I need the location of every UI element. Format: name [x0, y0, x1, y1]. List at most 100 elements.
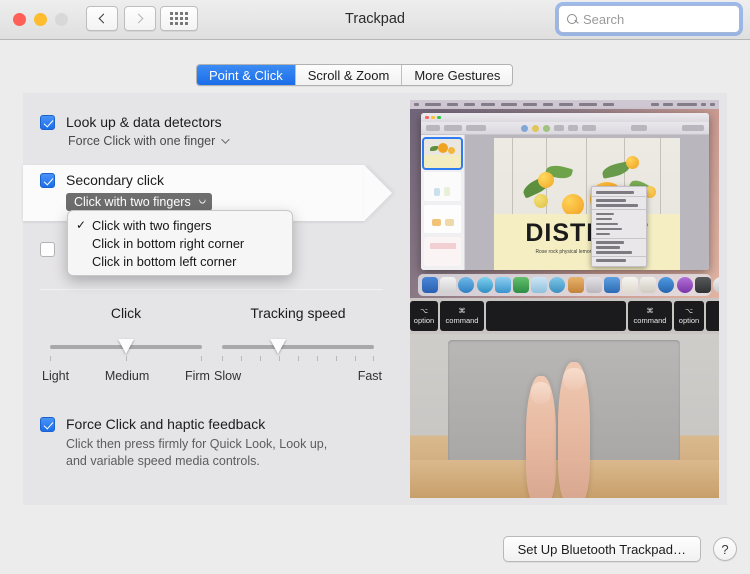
force-click-checkbox[interactable]	[40, 417, 55, 432]
tracking-speed-title: Tracking speed	[250, 305, 346, 321]
secondary-click-label: Secondary click	[66, 172, 165, 188]
preview-slide-headline: DISTRICT	[525, 219, 649, 248]
setting-secondary-click-row[interactable]: Secondary click Click with two fingers	[40, 171, 212, 211]
preferences-panel: Look up & data detectors Force Click wit…	[23, 93, 727, 505]
key-arrow-cluster	[706, 301, 719, 331]
click-slider-title: Click	[110, 305, 142, 321]
chevron-down-icon	[197, 196, 207, 205]
key-label: command	[445, 315, 479, 325]
chevron-down-icon	[221, 135, 230, 144]
tracking-speed-slider-block: Tracking speed Slow Fast	[212, 305, 384, 383]
tap-to-click-checkbox[interactable]	[40, 242, 55, 257]
preview-fingernail	[530, 382, 552, 404]
preview-slide-thumbnail	[422, 137, 463, 170]
preview-slide-thumbnail	[424, 204, 461, 234]
key-option-left: ⌥ option	[410, 301, 438, 331]
key-command-right: ⌘ command	[628, 301, 672, 331]
key-symbol: ⌥	[419, 307, 429, 315]
secondary-click-checkbox[interactable]	[40, 173, 55, 188]
force-click-description-line2: and variable speed media controls.	[66, 454, 260, 468]
preview-keyboard-row: ⌥ option ⌘ command ⌘ command ⌥ option	[410, 298, 719, 334]
click-slider-block: Click Light Medium Firm	[40, 305, 212, 383]
tracking-speed-slider[interactable]	[222, 339, 374, 365]
menu-item-bottom-left-corner[interactable]: Click in bottom left corner	[68, 252, 292, 270]
click-slider-mid-label: Medium	[104, 369, 150, 383]
preview-app-body: DISTRICT Rose rock physical lemon zest f…	[421, 135, 709, 270]
preview-menu-bar	[410, 100, 719, 109]
secondary-click-popup-button[interactable]: Click with two fingers	[66, 193, 212, 211]
tab-more-gestures[interactable]: More Gestures	[402, 65, 513, 85]
sliders-group: Click Light Medium Firm Tracking speed S…	[40, 305, 385, 383]
preview-slide-canvas: DISTRICT Rose rock physical lemon zest f…	[465, 135, 709, 270]
preview-context-menu	[590, 185, 647, 268]
help-button[interactable]: ?	[713, 537, 737, 561]
key-symbol: ⌘	[646, 307, 654, 315]
menu-item-bottom-right-corner[interactable]: Click in bottom right corner	[68, 234, 292, 252]
preview-fingernail	[563, 368, 585, 390]
look-up-checkbox[interactable]	[40, 115, 55, 130]
key-space	[486, 301, 626, 331]
preview-trackpad-area	[410, 334, 719, 498]
look-up-popup-value: Force Click with one finger	[68, 134, 216, 148]
click-slider-thumb[interactable]	[118, 339, 134, 354]
secondary-click-popup-value: Click with two fingers	[74, 195, 191, 209]
tab-bar: Point & Click Scroll & Zoom More Gesture…	[196, 64, 514, 86]
menu-item-label: Click with two fingers	[92, 217, 212, 233]
click-slider[interactable]	[50, 339, 202, 365]
preview-slide: DISTRICT Rose rock physical lemon zest f…	[494, 138, 680, 270]
click-slider-max-label: Firm	[184, 369, 210, 383]
force-click-description-line1: Click then press firmly for Quick Look, …	[66, 437, 328, 451]
search-icon	[567, 13, 578, 25]
look-up-label: Look up & data detectors	[66, 114, 222, 130]
setting-look-up-row[interactable]: Look up & data detectors Force Click wit…	[40, 113, 230, 150]
key-option-right: ⌥ option	[674, 301, 704, 331]
key-label: option	[678, 315, 700, 325]
checkmark-icon: ✓	[76, 218, 87, 232]
click-slider-ticks	[50, 356, 202, 362]
look-up-text: Look up & data detectors Force Click wit…	[66, 113, 230, 150]
key-label: command	[633, 315, 667, 325]
settings-column: Look up & data detectors Force Click wit…	[23, 93, 393, 505]
footer-bar: Set Up Bluetooth Trackpad… ?	[502, 536, 737, 562]
gesture-preview-video[interactable]: DISTRICT Rose rock physical lemon zest f…	[410, 100, 719, 498]
search-field-wrapper[interactable]: Search	[558, 5, 740, 33]
preview-slide-thumbnail	[424, 237, 461, 266]
preview-finger-index	[526, 376, 556, 498]
force-click-label: Force Click and haptic feedback	[66, 416, 266, 432]
look-up-popup-button[interactable]: Force Click with one finger	[66, 133, 230, 149]
search-field[interactable]: Search	[558, 5, 740, 33]
tracking-speed-ticks	[222, 356, 374, 362]
force-click-text: Force Click and haptic feedback Click th…	[66, 415, 327, 470]
tab-point-and-click[interactable]: Point & Click	[197, 65, 296, 85]
menu-item-label: Click in bottom right corner	[92, 235, 245, 251]
tracking-speed-labels: Slow Fast	[214, 369, 382, 383]
click-slider-min-label: Light	[42, 369, 70, 383]
preview-slide-thumbnail	[424, 171, 461, 201]
key-symbol: ⌘	[458, 307, 466, 315]
preview-screen-area: DISTRICT Rose rock physical lemon zest f…	[410, 100, 719, 298]
key-symbol: ⌥	[684, 307, 694, 315]
tracking-speed-min-label: Slow	[214, 369, 242, 383]
key-command-left: ⌘ command	[440, 301, 484, 331]
secondary-click-dropdown-menu[interactable]: ✓ Click with two fingers Click in bottom…	[67, 210, 293, 276]
preview-app-window: DISTRICT Rose rock physical lemon zest f…	[421, 113, 709, 270]
preview-app-titlebar	[421, 113, 709, 122]
section-divider	[40, 289, 383, 290]
tracking-speed-thumb[interactable]	[270, 339, 287, 354]
window-titlebar: Trackpad Search	[0, 0, 750, 40]
preview-slide-caption: Rose rock physical lemon zest for your k…	[535, 248, 639, 255]
tracking-speed-track[interactable]	[222, 345, 374, 349]
preview-app-toolbar	[421, 122, 709, 135]
search-placeholder: Search	[583, 11, 625, 27]
preview-slide-navigator	[421, 135, 465, 270]
menu-item-label: Click in bottom left corner	[92, 253, 237, 269]
preview-dock	[418, 274, 719, 296]
secondary-click-text: Secondary click Click with two fingers	[66, 171, 212, 211]
setup-bluetooth-trackpad-button[interactable]: Set Up Bluetooth Trackpad…	[502, 536, 701, 562]
menu-item-click-two-fingers[interactable]: ✓ Click with two fingers	[68, 216, 292, 234]
setting-force-click-row[interactable]: Force Click and haptic feedback Click th…	[40, 415, 390, 470]
key-label: option	[413, 315, 435, 325]
tab-scroll-and-zoom[interactable]: Scroll & Zoom	[295, 65, 403, 85]
tracking-speed-max-label: Fast	[357, 369, 382, 383]
click-slider-labels: Light Medium Firm	[42, 369, 210, 383]
